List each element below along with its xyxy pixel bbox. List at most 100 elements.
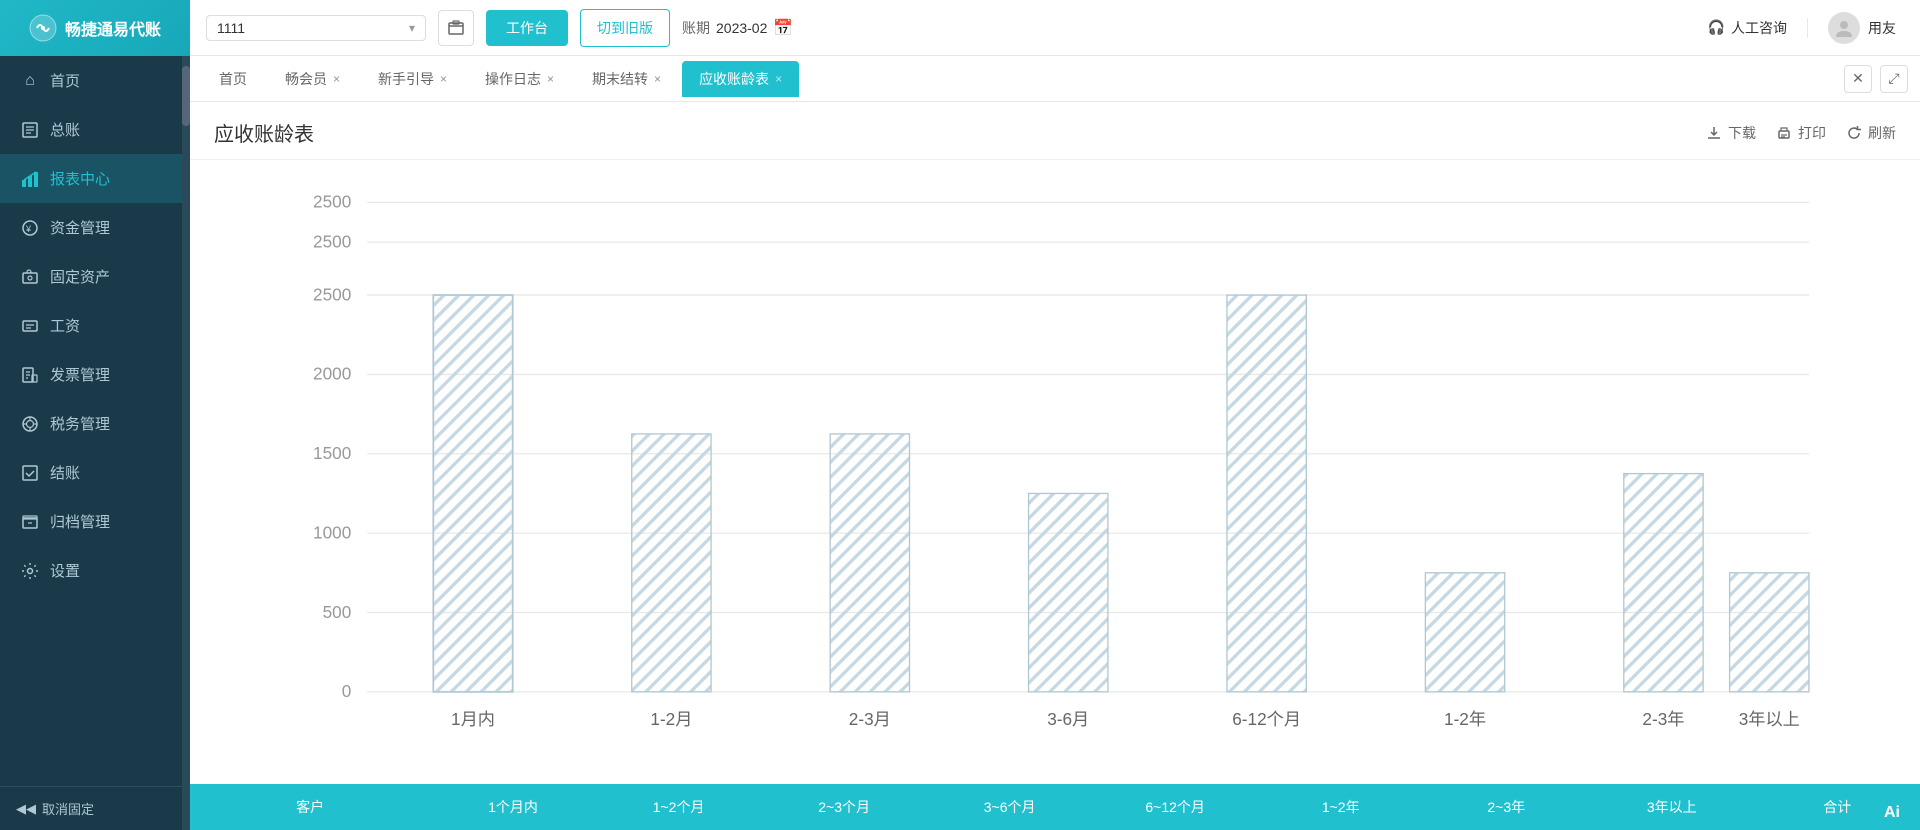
cancel-pin-button[interactable]: ◀◀ 取消固定: [0, 786, 190, 830]
user-name: 用友: [1868, 18, 1896, 38]
tab-expand-button[interactable]: ⤢: [1880, 65, 1908, 93]
switch-version-button[interactable]: 切到旧版: [580, 9, 670, 47]
svg-text:2000: 2000: [313, 364, 351, 384]
nav-label-archive: 归档管理: [50, 511, 110, 532]
chevron-down-icon: ▾: [409, 21, 415, 35]
sidebar-item-assets[interactable]: 固定资产: [0, 252, 190, 301]
svg-text:2500: 2500: [313, 284, 351, 304]
tab-member[interactable]: 畅会员 ×: [268, 61, 357, 97]
top-bar: 畅捷通易代账 1111 ▾ 工作台 切到旧版 账期 2023-02 📅 🎧 人工…: [0, 0, 1920, 56]
tab-label-period-end: 期末结转: [592, 69, 648, 89]
svg-text:2-3月: 2-3月: [849, 709, 891, 729]
assets-icon: [20, 267, 40, 287]
nav-label-funds: 资金管理: [50, 217, 110, 238]
page-content: 应收账龄表 下载: [190, 102, 1920, 830]
chart-area: 0 500 1000 1500 2000 2500: [190, 160, 1920, 784]
period-value: 2023-02: [716, 20, 767, 36]
nav-label-invoice: 发票管理: [50, 364, 110, 385]
nav-label-ledger: 总账: [50, 119, 80, 140]
sidebar-item-ledger[interactable]: 总账: [0, 105, 190, 154]
sidebar-item-settings[interactable]: 设置: [0, 546, 190, 595]
user-avatar: [1828, 12, 1860, 44]
settlement-icon: [20, 463, 40, 483]
tab-actions: ✕ ⤢: [1844, 65, 1908, 93]
sidebar-item-reports[interactable]: 报表中心: [0, 154, 190, 203]
tax-icon: [20, 414, 40, 434]
th-customer: 客户: [190, 797, 430, 817]
ai-badge[interactable]: Ai: [1864, 796, 1920, 830]
nav-label-assets: 固定资产: [50, 266, 110, 287]
reports-icon: [20, 169, 40, 189]
tab-aging[interactable]: 应收账龄表 ×: [682, 61, 799, 97]
company-select[interactable]: 1111 ▾: [206, 15, 426, 41]
tab-close-guide[interactable]: ×: [440, 72, 447, 86]
svg-text:1500: 1500: [313, 443, 351, 463]
top-right: 🎧 人工咨询 用友: [1708, 12, 1920, 44]
archive-nav-icon: [20, 512, 40, 532]
consult-button[interactable]: 🎧 人工咨询: [1708, 18, 1787, 38]
svg-text:1-2年: 1-2年: [1444, 709, 1486, 729]
tab-label-log: 操作日志: [485, 69, 541, 89]
svg-text:¥: ¥: [25, 224, 32, 234]
tab-close-period-end[interactable]: ×: [654, 72, 661, 86]
refresh-button[interactable]: 刷新: [1846, 123, 1896, 143]
tab-close-member[interactable]: ×: [333, 72, 340, 86]
tab-close-all-button[interactable]: ✕: [1844, 65, 1872, 93]
tab-period-end[interactable]: 期末结转 ×: [575, 61, 678, 97]
tab-label-aging: 应收账龄表: [699, 69, 769, 89]
svg-text:500: 500: [323, 602, 352, 622]
page-actions: 下载 打印: [1706, 123, 1896, 143]
calendar-icon[interactable]: 📅: [773, 18, 793, 38]
ledger-icon: [20, 120, 40, 140]
th-1month: 1个月内: [430, 797, 596, 817]
th-2-3year: 2~3年: [1423, 797, 1589, 817]
headset-icon: 🎧: [1708, 19, 1725, 36]
sidebar-item-invoice[interactable]: 发票管理: [0, 350, 190, 399]
sidebar-item-tax[interactable]: 税务管理: [0, 399, 190, 448]
settings-icon: [20, 561, 40, 581]
sidebar-item-archive[interactable]: 归档管理: [0, 497, 190, 546]
svg-text:2500: 2500: [313, 192, 351, 212]
nav-label-settings: 设置: [50, 560, 80, 581]
page-header: 应收账龄表 下载: [190, 102, 1920, 160]
tab-close-aging[interactable]: ×: [775, 72, 782, 86]
svg-text:0: 0: [342, 681, 352, 701]
period-area: 账期 2023-02 📅: [682, 18, 793, 38]
nav-label-reports: 报表中心: [50, 168, 110, 189]
svg-text:3年以上: 3年以上: [1739, 709, 1800, 729]
tab-home[interactable]: 首页: [202, 61, 264, 97]
th-1-2year: 1~2年: [1258, 797, 1424, 817]
archive-button[interactable]: [438, 10, 474, 46]
user-area[interactable]: 用友: [1828, 12, 1896, 44]
th-6-12month: 6~12个月: [1092, 797, 1258, 817]
nav-label-home: 首页: [50, 70, 80, 91]
page-title: 应收账龄表: [214, 118, 314, 147]
print-label: 打印: [1798, 123, 1826, 143]
svg-text:2500: 2500: [313, 231, 351, 251]
download-label: 下载: [1728, 123, 1756, 143]
logo-icon: [29, 14, 57, 42]
download-icon: [1706, 125, 1722, 141]
workbench-button[interactable]: 工作台: [486, 10, 568, 46]
home-icon: ⌂: [20, 71, 40, 91]
sidebar-item-salary[interactable]: 工资: [0, 301, 190, 350]
sidebar-item-settlement[interactable]: 结账: [0, 448, 190, 497]
svg-text:2-3年: 2-3年: [1642, 709, 1684, 729]
refresh-label: 刷新: [1868, 123, 1896, 143]
print-button[interactable]: 打印: [1776, 123, 1826, 143]
svg-text:1000: 1000: [313, 522, 351, 542]
logo-area: 畅捷通易代账: [0, 0, 190, 56]
svg-text:1-2月: 1-2月: [650, 709, 692, 729]
download-button[interactable]: 下载: [1706, 123, 1756, 143]
divider: [1807, 18, 1808, 38]
nav-label-settlement: 结账: [50, 462, 80, 483]
tab-close-log[interactable]: ×: [547, 72, 554, 86]
top-center: 1111 ▾ 工作台 切到旧版 账期 2023-02 📅: [190, 9, 1708, 47]
sidebar-item-funds[interactable]: ¥ 资金管理: [0, 203, 190, 252]
svg-text:1月内: 1月内: [451, 709, 495, 729]
tab-guide[interactable]: 新手引导 ×: [361, 61, 464, 97]
content-area: 首页 畅会员 × 新手引导 × 操作日志 × 期末结转 × 应收账龄表 ×: [190, 56, 1920, 830]
sidebar-item-home[interactable]: ⌂ 首页: [0, 56, 190, 105]
tab-log[interactable]: 操作日志 ×: [468, 61, 571, 97]
main-layout: ⌂ 首页 总账 报表中心: [0, 56, 1920, 830]
